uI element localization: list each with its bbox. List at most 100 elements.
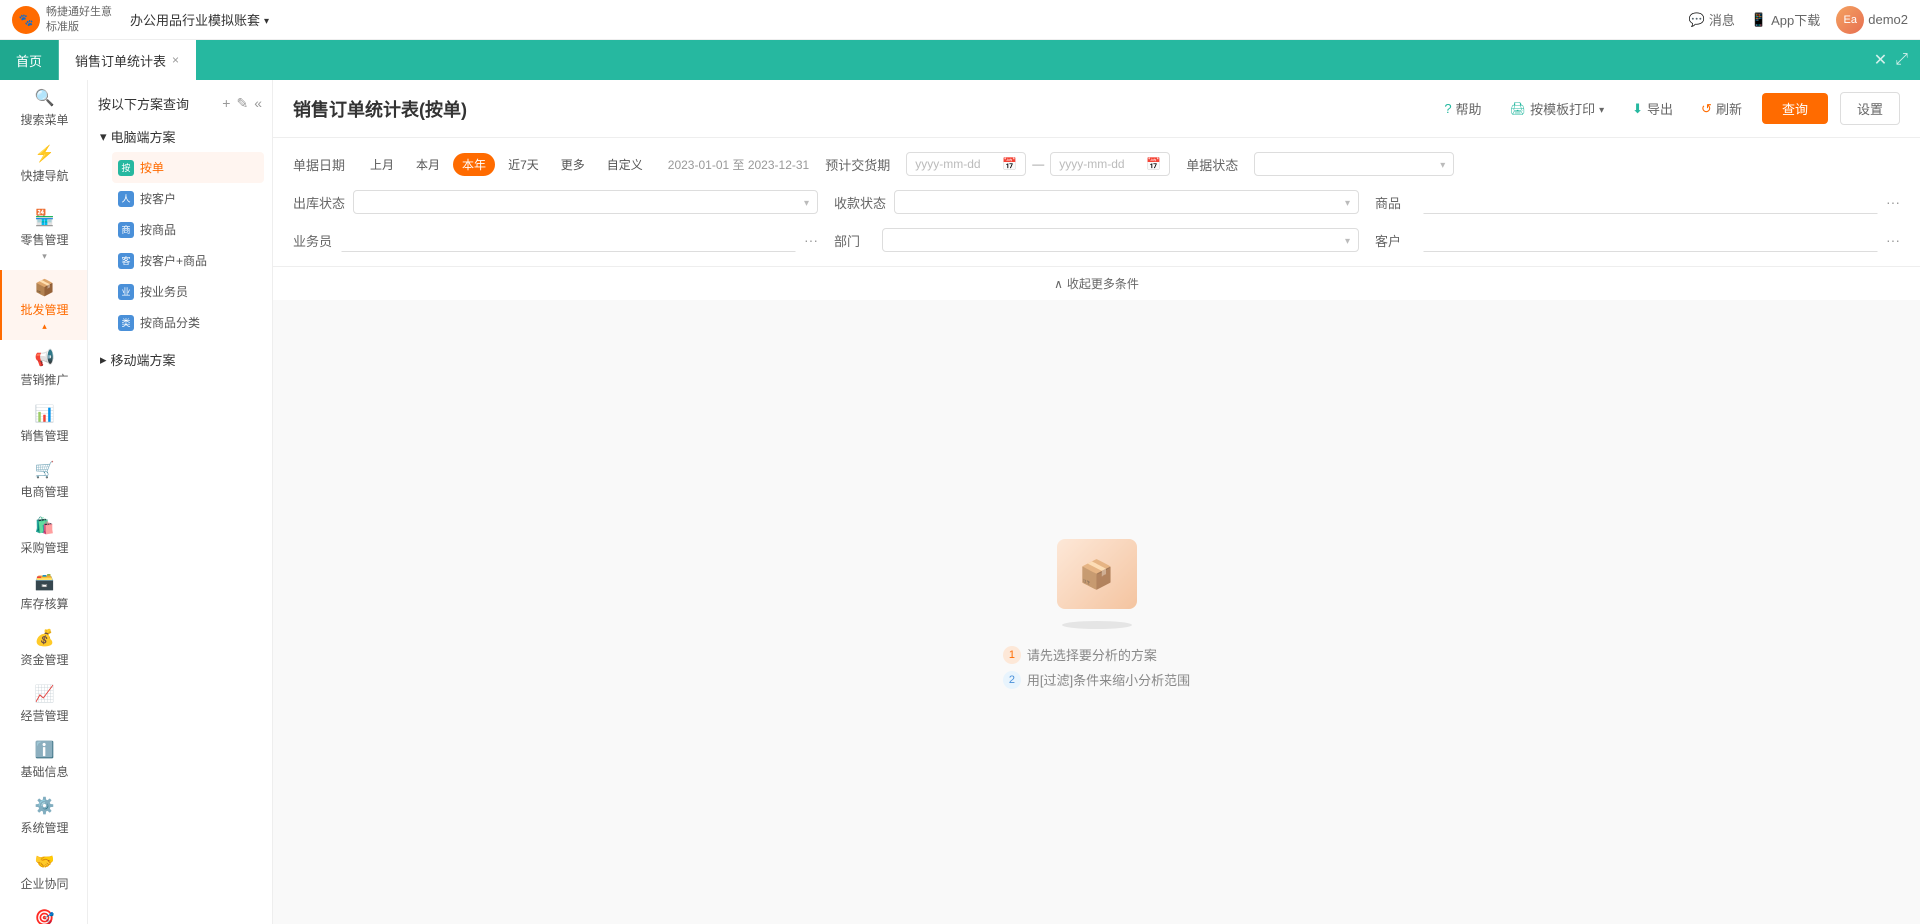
payment-status-select[interactable]: [894, 190, 1359, 214]
scheme-icon-customer: 人: [118, 191, 134, 207]
tab-bar: 首页 销售订单统计表 × ✕ ⤢: [0, 40, 1920, 80]
sidebar-item-basics[interactable]: ℹ️ 基础信息: [0, 732, 87, 788]
sidebar-quick-nav[interactable]: ⚡ 快捷导航: [0, 136, 87, 192]
collapse-bar[interactable]: ∧ 收起更多条件: [273, 266, 1920, 300]
scheme-icon-product: 商: [118, 222, 134, 238]
collapse-panel-button[interactable]: «: [254, 95, 262, 112]
messages-button[interactable]: 💬 消息: [1689, 10, 1735, 29]
add-scheme-button[interactable]: +: [222, 95, 230, 112]
product-field: 商品 ···: [1375, 190, 1900, 214]
tree-mobile-schemes[interactable]: ▸ 移动端方案: [96, 344, 264, 375]
download-icon: 📱: [1751, 12, 1767, 28]
sidebar-item-purchase[interactable]: 🛍️ 采购管理: [0, 508, 87, 564]
empty-box-graphic: 📦: [1057, 539, 1137, 609]
sidebar-item-inventory[interactable]: 🗃️ 库存核算: [0, 564, 87, 620]
sidebar-item-system[interactable]: ⚙️ 系统管理: [0, 788, 87, 844]
message-icon: 💬: [1689, 12, 1705, 28]
calendar-end-icon: 📅: [1146, 157, 1161, 171]
department-field: 部门: [834, 228, 1359, 252]
sidebar-search-menu[interactable]: 🔍 搜索菜单: [0, 80, 87, 136]
delivery-date-end[interactable]: yyyy-mm-dd 📅: [1050, 152, 1170, 176]
app-download-button[interactable]: 📱 App下载: [1751, 10, 1820, 29]
date-pill-7days[interactable]: 近7天: [499, 153, 548, 176]
out-status-select[interactable]: [353, 190, 818, 214]
delivery-date-input: yyyy-mm-dd 📅 — yyyy-mm-dd 📅: [906, 152, 1170, 176]
customer-more-icon[interactable]: ···: [1886, 232, 1900, 248]
product-input[interactable]: [1423, 190, 1878, 214]
date-pill-custom[interactable]: 自定义: [598, 153, 652, 176]
refresh-button[interactable]: ↺ 刷新: [1693, 95, 1750, 122]
sidebar-item-sales[interactable]: 📊 销售管理: [0, 396, 87, 452]
workspace-dropdown-icon: [264, 12, 269, 27]
scheme-icon-cust-prod: 客: [118, 253, 134, 269]
user-profile[interactable]: Ea demo2: [1836, 6, 1908, 34]
help-button[interactable]: ? 帮助: [1436, 95, 1489, 122]
date-pill-this-month[interactable]: 本月: [407, 153, 449, 176]
customer-input[interactable]: [1423, 228, 1878, 252]
page-title: 销售订单统计表(按单): [293, 96, 467, 134]
scheme-icon-category: 类: [118, 315, 134, 331]
tree-expand-icon: ▾: [100, 129, 107, 145]
logo-icon: 🐾: [12, 6, 40, 34]
date-separator: —: [1032, 157, 1044, 171]
payment-status-dropdown-icon: [1345, 195, 1350, 209]
department-select[interactable]: [882, 228, 1359, 252]
tab-expand-icon[interactable]: ⤢: [1895, 51, 1908, 69]
tab-sales-order-stats[interactable]: 销售订单统计表 ×: [59, 40, 196, 80]
print-icon: 🖨: [1510, 101, 1527, 117]
edit-scheme-button[interactable]: ✎: [236, 95, 248, 112]
date-pill-this-year[interactable]: 本年: [453, 153, 495, 176]
salesperson-input[interactable]: [341, 228, 796, 252]
settings-button[interactable]: 设置: [1840, 92, 1900, 125]
sidebar-item-operations[interactable]: 📈 经营管理: [0, 676, 87, 732]
tree-child-by-customer-product[interactable]: 客 按客户+商品: [112, 245, 264, 276]
query-button[interactable]: 查询: [1762, 93, 1828, 124]
tree-child-by-product[interactable]: 商 按商品: [112, 214, 264, 245]
tab-home[interactable]: 首页: [0, 40, 59, 80]
refresh-icon: ↺: [1701, 101, 1712, 117]
collapse-icon: ∧: [1054, 277, 1063, 291]
sidebar-item-guide[interactable]: 🎯 新手引导: [0, 900, 87, 924]
sidebar-item-enterprise[interactable]: 🤝 企业协同: [0, 844, 87, 900]
salesperson-more-icon[interactable]: ···: [804, 232, 818, 248]
sidebar-item-ecommerce[interactable]: 🛒 电商管理: [0, 452, 87, 508]
out-status-dropdown-icon: [804, 195, 809, 209]
date-pill-more[interactable]: 更多: [552, 153, 594, 176]
empty-hint-1: 1 请先选择要分析的方案: [1003, 645, 1190, 664]
scheme-icon-order: 按: [118, 160, 134, 176]
tree-mobile-expand-icon: ▸: [100, 352, 107, 368]
top-bar: 🐾 畅捷通好生意 标准版 办公用品行业模拟账套 💬 消息 📱 App下载 Ea …: [0, 0, 1920, 40]
quick-nav-icon: ⚡: [35, 144, 55, 164]
sidebar-item-retail[interactable]: 🏪 零售管理 ▾: [0, 200, 87, 270]
export-button[interactable]: ⬇ 导出: [1624, 95, 1681, 122]
export-icon: ⬇: [1632, 101, 1643, 117]
filter-area: 单据日期 上月 本月 本年 近7天 更多 自定义 2023-01-01 至 20…: [273, 138, 1920, 266]
left-panel-actions: + ✎ «: [222, 95, 262, 112]
sidebar-item-marketing[interactable]: 📢 营销推广: [0, 340, 87, 396]
filter-row-status: 出库状态 收款状态 商品 ···: [293, 190, 1900, 214]
order-status-select[interactable]: [1254, 152, 1454, 176]
tab-close-icon[interactable]: ×: [172, 53, 179, 67]
product-more-icon[interactable]: ···: [1886, 194, 1900, 210]
empty-hint-2: 2 用[过滤]条件来缩小分析范围: [1003, 670, 1190, 689]
date-pills: 上月 本月 本年 近7天 更多 自定义: [361, 153, 652, 176]
sidebar-item-finance[interactable]: 💰 资金管理: [0, 620, 87, 676]
delivery-date-start[interactable]: yyyy-mm-dd 📅: [906, 152, 1026, 176]
workspace-selector[interactable]: 办公用品行业模拟账套: [122, 6, 277, 33]
page-header-actions: ? 帮助 🖨 按模板打印 ⬇ 导出 ↺ 刷新 查询 设置: [1436, 92, 1900, 137]
print-dropdown-icon: [1599, 101, 1604, 116]
search-icon: 🔍: [35, 88, 55, 108]
tree-child-by-salesperson[interactable]: 业 按业务员: [112, 276, 264, 307]
tree-desktop-schemes[interactable]: ▾ 电脑端方案: [96, 121, 264, 152]
date-range-display: 2023-01-01 至 2023-12-31: [668, 156, 809, 173]
print-button[interactable]: 🖨 按模板打印: [1502, 95, 1613, 122]
empty-state: 📦 1 请先选择要分析的方案 2 用[过滤]条件来缩小分析范围: [273, 300, 1920, 924]
sidebar-item-wholesale[interactable]: 📦 批发管理 ▴: [0, 270, 87, 340]
tree-child-by-customer[interactable]: 人 按客户: [112, 183, 264, 214]
date-pill-last-month[interactable]: 上月: [361, 153, 403, 176]
tab-close-window-icon[interactable]: ✕: [1874, 50, 1887, 70]
empty-face-icon: 📦: [1079, 558, 1114, 591]
tree-child-by-order[interactable]: 按 按单: [112, 152, 264, 183]
empty-shadow: [1062, 621, 1132, 629]
tree-child-by-category[interactable]: 类 按商品分类: [112, 307, 264, 338]
